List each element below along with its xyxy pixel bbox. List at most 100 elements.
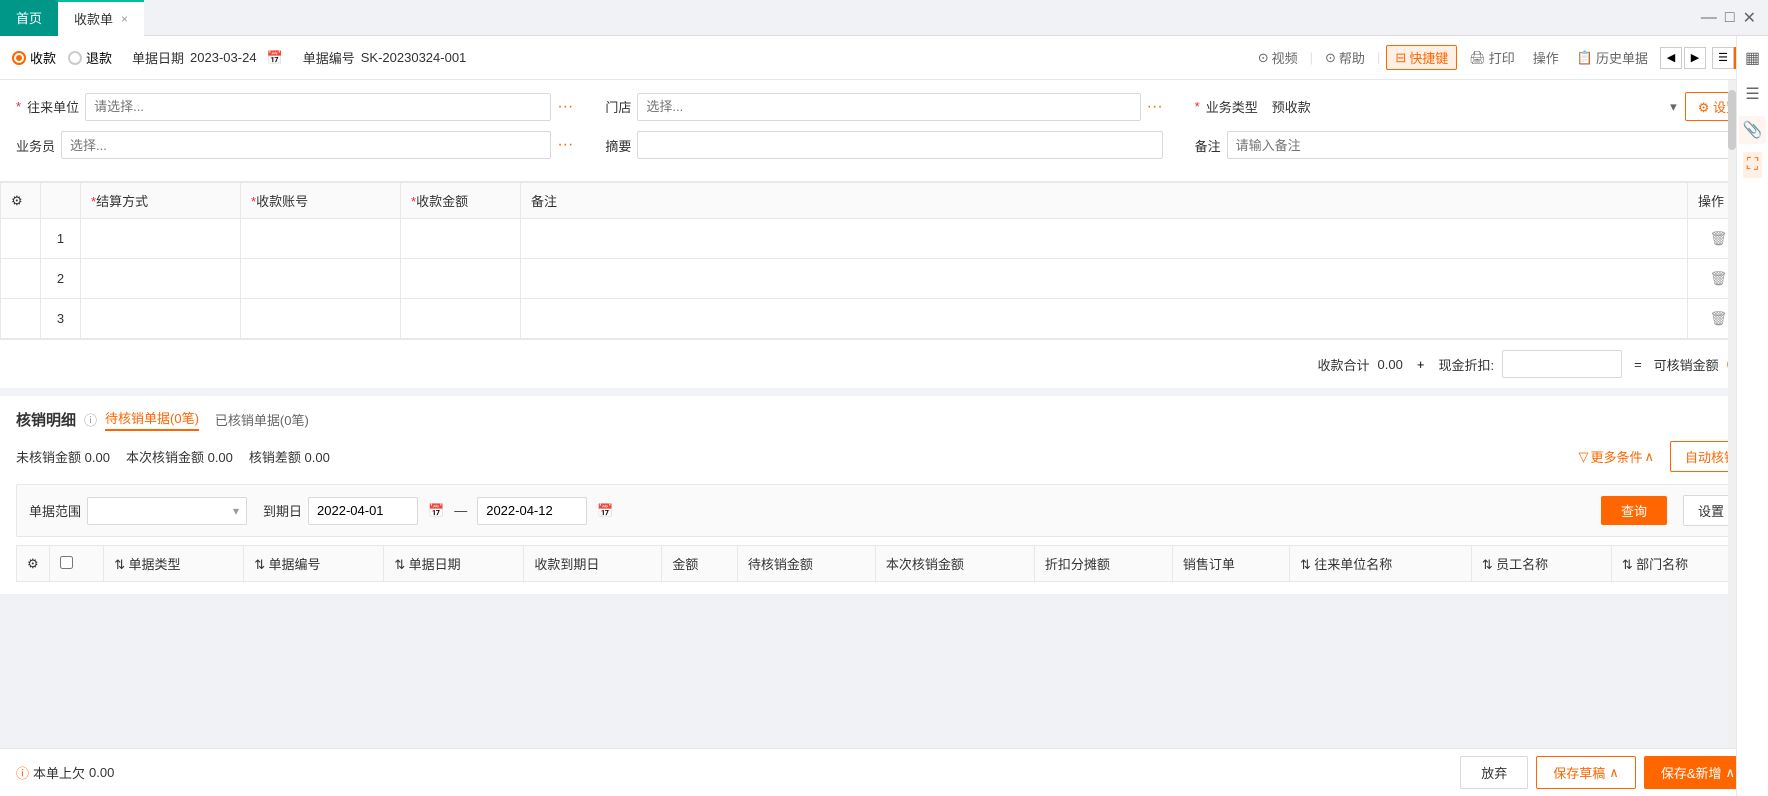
th-current-verify: 本次核销金额: [875, 546, 1034, 582]
date-label: 单据日期: [132, 48, 184, 67]
video-icon: ⊙: [1258, 50, 1269, 66]
help-btn[interactable]: ⊙ 帮助: [1319, 46, 1371, 69]
td-settle-2[interactable]: [81, 259, 241, 299]
delete-icon-2[interactable]: 🗑: [1710, 270, 1728, 287]
tab-home[interactable]: 首页: [0, 0, 58, 36]
panel-attach-icon[interactable]: 📎: [1739, 116, 1767, 144]
save-draft-btn[interactable]: 保存草稿 ∧: [1536, 756, 1636, 789]
current-label: 本次核销金额: [126, 450, 204, 465]
td-account-1[interactable]: [241, 219, 401, 259]
th-doc-type: ⇅ 单据类型: [104, 546, 244, 582]
td-settle-1[interactable]: [81, 219, 241, 259]
date-separator: —: [454, 503, 467, 518]
list-view-btn[interactable]: ☰: [1712, 47, 1734, 69]
completed-tab[interactable]: 已核销单据(0笔): [215, 410, 309, 429]
query-btn[interactable]: 查询: [1601, 496, 1667, 525]
summary-label: 摘要: [605, 136, 631, 155]
td-settle-3[interactable]: [81, 299, 241, 339]
radio-group: 收款 退款: [12, 48, 112, 67]
td-settings-1: [1, 219, 41, 259]
help-icon: ⊙: [1325, 50, 1336, 66]
discount-input[interactable]: [1502, 350, 1622, 378]
video-btn[interactable]: ⊙ 视频: [1252, 46, 1304, 69]
store-dots-icon[interactable]: ···: [1147, 99, 1163, 115]
tab-close-icon[interactable]: ×: [121, 12, 128, 26]
abandon-btn[interactable]: 放弃: [1460, 756, 1528, 789]
radio-refund[interactable]: 退款: [68, 48, 112, 67]
tab-active[interactable]: 收款单 ×: [58, 0, 144, 36]
table-header-row: ⚙ *结算方式 *收款账号 *收款金额 备注 操作: [1, 183, 1768, 219]
print-btn[interactable]: 🖨 打印: [1463, 46, 1521, 69]
salesperson-input[interactable]: [61, 131, 551, 159]
maximize-btn[interactable]: □: [1725, 9, 1735, 27]
biz-type-field: * 业务类型 预收款 ▾ ⚙ 设置: [1195, 92, 1752, 121]
scroll-thumb[interactable]: [1728, 90, 1736, 150]
biz-type-dropdown-icon[interactable]: ▾: [1670, 99, 1677, 115]
print-icon: 🖨: [1469, 50, 1486, 66]
table-settings-icon[interactable]: ⚙: [11, 193, 23, 208]
summary-input[interactable]: [637, 131, 1162, 159]
radio-receive[interactable]: 收款: [12, 48, 56, 67]
th-settings-icon[interactable]: ⚙: [27, 556, 39, 571]
select-all-checkbox[interactable]: [60, 556, 73, 569]
counterpart-dots-icon[interactable]: ···: [557, 99, 573, 115]
summary-row: 收款合计 0.00 + 现金折扣: = 可核销金额 0.00: [0, 339, 1768, 388]
calendar-icon[interactable]: 📅: [267, 50, 283, 66]
toolbar: 收款 退款 单据日期 2023-03-24 📅 单据编号 SK-20230324…: [0, 36, 1768, 80]
th-amount-label: 收款金额: [416, 194, 468, 209]
calendar-from-icon[interactable]: 📅: [428, 503, 444, 519]
summary-field: 摘要: [605, 131, 1162, 159]
td-account-2[interactable]: [241, 259, 401, 299]
form-area: * 往来单位 ··· 门店 ··· * 业务类型 预收款 ▾ ⚙ 设置: [0, 80, 1768, 182]
discount-label: 现金折扣:: [1438, 355, 1494, 374]
right-panel: ▦ ☰ 📎 ⛶: [1736, 36, 1768, 796]
date-from-input[interactable]: [308, 497, 418, 525]
counterpart-input[interactable]: [85, 93, 551, 121]
minimize-btn[interactable]: —: [1701, 9, 1717, 27]
td-note-3[interactable]: [521, 299, 1688, 339]
th-settings[interactable]: ⚙: [1, 183, 41, 219]
range-select[interactable]: [87, 497, 247, 525]
scroll-track[interactable]: [1728, 80, 1736, 748]
pending-tab[interactable]: 待核销单据(0笔): [105, 408, 199, 431]
range-select-wrapper: [87, 497, 247, 525]
date-to-input[interactable]: [477, 497, 587, 525]
store-input[interactable]: [637, 93, 1140, 121]
data-table-container: ⚙ *结算方式 *收款账号 *收款金额 备注 操作: [0, 182, 1768, 339]
panel-expand-icon[interactable]: ⛶: [1743, 152, 1762, 178]
panel-list-icon[interactable]: ☰: [1741, 80, 1763, 108]
td-settings-3: [1, 299, 41, 339]
home-label: 首页: [16, 8, 42, 27]
shortcut-btn[interactable]: ⊟ 快捷键: [1386, 45, 1457, 70]
delete-icon-3[interactable]: 🗑: [1710, 310, 1728, 327]
note-input[interactable]: [1227, 131, 1752, 159]
footer-buttons: 放弃 保存草稿 ∧ 保存&新增 ∧: [1460, 756, 1752, 789]
due-date-field: 到期日 📅 — 📅: [263, 497, 613, 525]
td-amount-3[interactable]: [401, 299, 521, 339]
th-row-num: [41, 183, 81, 219]
verify-info-icon[interactable]: ⓘ: [84, 410, 97, 429]
table-row: 1 🗑 ⧉: [1, 219, 1768, 259]
calendar-to-icon[interactable]: 📅: [597, 503, 613, 519]
window-controls: — □ ✕: [1701, 8, 1768, 28]
nav-next-btn[interactable]: ▶: [1684, 47, 1706, 69]
close-btn[interactable]: ✕: [1743, 8, 1756, 28]
td-amount-1[interactable]: [401, 219, 521, 259]
salesperson-dots-icon[interactable]: ···: [557, 137, 573, 153]
history-btn[interactable]: 📋 历史单据: [1571, 46, 1654, 69]
nav-prev-btn[interactable]: ◀: [1660, 47, 1682, 69]
operations-btn[interactable]: 操作: [1527, 46, 1565, 69]
td-note-1[interactable]: [521, 219, 1688, 259]
panel-table-icon[interactable]: ▦: [1741, 44, 1764, 72]
td-note-2[interactable]: [521, 259, 1688, 299]
more-conditions-btn[interactable]: ▽ 更多条件 ∧: [1578, 447, 1654, 466]
delete-icon-1[interactable]: 🗑: [1710, 230, 1728, 247]
salesperson-label: 业务员: [16, 136, 55, 155]
footer-info-value: 0.00: [89, 765, 114, 780]
td-amount-2[interactable]: [401, 259, 521, 299]
plus-sign: +: [1417, 357, 1425, 372]
radio-refund-label: 退款: [86, 48, 112, 67]
td-account-3[interactable]: [241, 299, 401, 339]
th-account: *收款账号: [241, 183, 401, 219]
total-label: 收款合计: [1318, 355, 1370, 374]
